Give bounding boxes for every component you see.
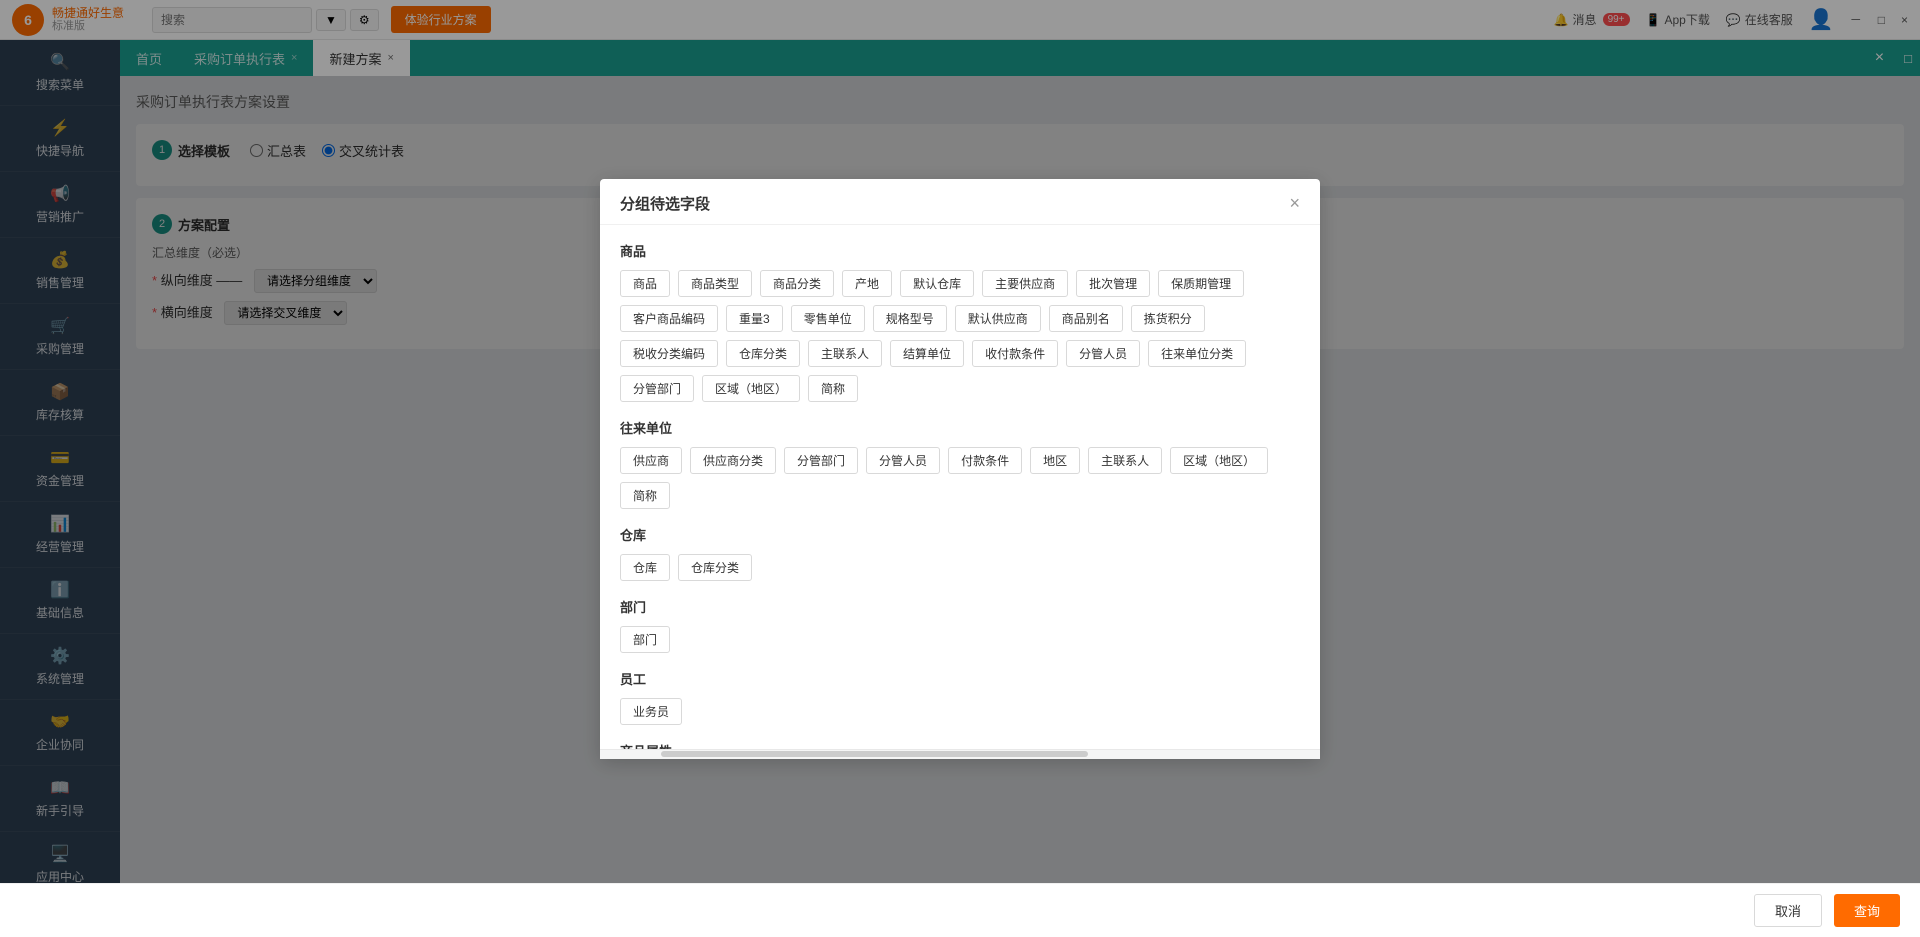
field-select-modal: 分组待选字段 × 商品商品商品类型商品分类产地默认仓库主要供应商批次管理保质期管… — [600, 179, 1320, 759]
modal-overlay: 分组待选字段 × 商品商品商品类型商品分类产地默认仓库主要供应商批次管理保质期管… — [0, 0, 1920, 937]
field-tag-3-0[interactable]: 部门 — [620, 626, 670, 653]
field-grid-0: 商品商品类型商品分类产地默认仓库主要供应商批次管理保质期管理客户商品编码重量3 零… — [620, 270, 1300, 402]
field-tag-0-19[interactable]: 收付款条件 — [972, 340, 1058, 367]
field-tag-1-0[interactable]: 供应商 — [620, 447, 682, 474]
field-tag-0-21[interactable]: 往来单位分类 — [1148, 340, 1246, 367]
field-tag-1-3[interactable]: 分管人员 — [866, 447, 940, 474]
section-title-5: 商品属性 — [620, 741, 1300, 749]
field-tag-1-7[interactable]: 区域（地区） — [1170, 447, 1268, 474]
cancel-button[interactable]: 取消 — [1754, 894, 1822, 927]
field-tag-0-5[interactable]: 主要供应商 — [982, 270, 1068, 297]
field-tag-1-5[interactable]: 地区 — [1030, 447, 1080, 474]
field-tag-0-2[interactable]: 商品分类 — [760, 270, 834, 297]
field-tag-0-18[interactable]: 结算单位 — [890, 340, 964, 367]
field-tag-1-1[interactable]: 供应商分类 — [690, 447, 776, 474]
modal-horizontal-scrollbar[interactable] — [600, 749, 1320, 759]
field-tag-0-16[interactable]: 仓库分类 — [726, 340, 800, 367]
field-tag-0-6[interactable]: 批次管理 — [1076, 270, 1150, 297]
field-tag-0-24[interactable]: 简称 — [808, 375, 858, 402]
field-tag-4-0[interactable]: 业务员 — [620, 698, 682, 725]
field-tag-0-10[interactable]: 零售单位 — [791, 305, 865, 332]
field-tag-0-1[interactable]: 商品类型 — [678, 270, 752, 297]
field-tag-1-6[interactable]: 主联系人 — [1088, 447, 1162, 474]
field-tag-0-9[interactable]: 重量3 — [726, 305, 783, 332]
modal-title: 分组待选字段 — [620, 193, 710, 214]
field-tag-0-14[interactable]: 拣货积分 — [1131, 305, 1205, 332]
section-title-2: 仓库 — [620, 525, 1300, 544]
field-tag-0-4[interactable]: 默认仓库 — [900, 270, 974, 297]
field-tag-0-0[interactable]: 商品 — [620, 270, 670, 297]
scrollbar-thumb[interactable] — [661, 751, 1088, 757]
field-tag-2-0[interactable]: 仓库 — [620, 554, 670, 581]
field-grid-4: 业务员 — [620, 698, 1300, 725]
field-tag-0-12[interactable]: 默认供应商 — [955, 305, 1041, 332]
field-tag-0-22[interactable]: 分管部门 — [620, 375, 694, 402]
field-grid-3: 部门 — [620, 626, 1300, 653]
field-tag-0-3[interactable]: 产地 — [842, 270, 892, 297]
field-tag-0-23[interactable]: 区域（地区） — [702, 375, 800, 402]
field-tag-0-17[interactable]: 主联系人 — [808, 340, 882, 367]
field-grid-2: 仓库仓库分类 — [620, 554, 1300, 581]
field-tag-1-2[interactable]: 分管部门 — [784, 447, 858, 474]
field-tag-0-7[interactable]: 保质期管理 — [1158, 270, 1244, 297]
field-tag-0-11[interactable]: 规格型号 — [873, 305, 947, 332]
modal-header: 分组待选字段 × — [600, 179, 1320, 225]
field-tag-0-20[interactable]: 分管人员 — [1066, 340, 1140, 367]
modal-footer: 取消 查询 — [0, 883, 1920, 937]
section-title-4: 员工 — [620, 669, 1300, 688]
modal-body: 商品商品商品类型商品分类产地默认仓库主要供应商批次管理保质期管理客户商品编码重量… — [600, 225, 1320, 749]
section-title-0: 商品 — [620, 241, 1300, 260]
field-tag-0-8[interactable]: 客户商品编码 — [620, 305, 718, 332]
field-tag-2-1[interactable]: 仓库分类 — [678, 554, 752, 581]
field-tag-1-4[interactable]: 付款条件 — [948, 447, 1022, 474]
modal-close-button[interactable]: × — [1289, 194, 1300, 212]
section-title-3: 部门 — [620, 597, 1300, 616]
field-grid-1: 供应商供应商分类分管部门分管人员付款条件地区主联系人区域（地区） 简称 — [620, 447, 1300, 509]
section-title-1: 往来单位 — [620, 418, 1300, 437]
field-tag-0-15[interactable]: 税收分类编码 — [620, 340, 718, 367]
confirm-button[interactable]: 查询 — [1834, 894, 1900, 927]
field-tag-0-13[interactable]: 商品别名 — [1049, 305, 1123, 332]
field-tag-1-8[interactable]: 简称 — [620, 482, 670, 509]
